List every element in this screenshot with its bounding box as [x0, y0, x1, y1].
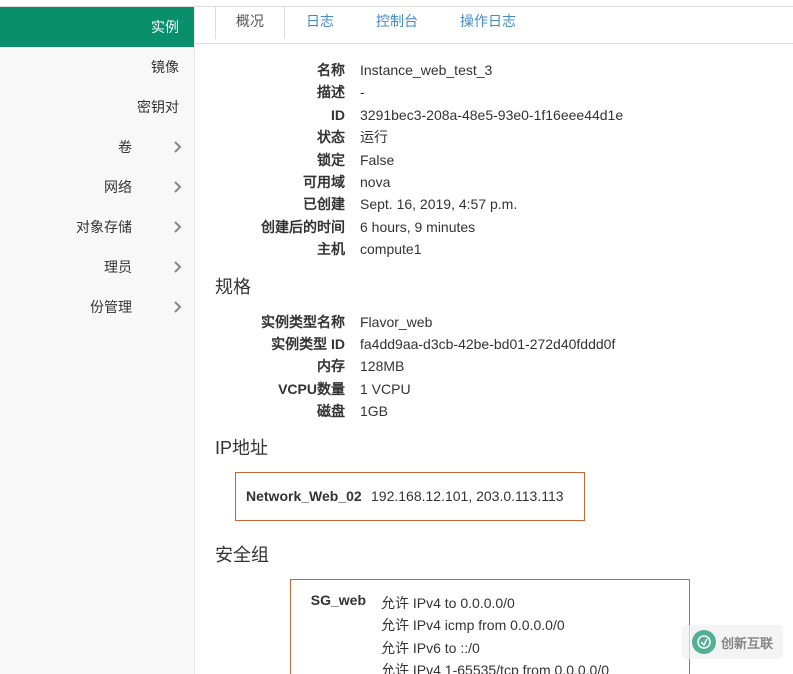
tab-action-log[interactable]: 操作日志: [439, 7, 537, 39]
value-name: Instance_web_test_3: [360, 59, 492, 81]
value-uptime: 6 hours, 9 minutes: [360, 216, 475, 238]
value-desc: -: [360, 81, 365, 103]
sidebar-item-label: 网络: [15, 177, 147, 197]
label-vcpu: VCPU数量: [215, 378, 360, 400]
section-title-secgroup: 安全组: [215, 541, 773, 567]
value-flavorid: fa4dd9aa-d3cb-42be-bd01-272d40fddd0f: [360, 333, 615, 355]
value-flavor: Flavor_web: [360, 311, 432, 333]
sidebar-item-admin[interactable]: 理员: [0, 247, 194, 287]
chevron-right-icon: [167, 261, 189, 273]
sidebar-item-label: 密钥对: [137, 99, 179, 115]
sidebar-item-label: 实例: [151, 19, 179, 35]
sidebar-item-label: 份管理: [15, 297, 147, 317]
tab-overview[interactable]: 概况: [215, 7, 285, 39]
chevron-right-icon: [167, 221, 189, 233]
label-network: Network_Web_02: [246, 485, 371, 507]
sidebar-item-identity[interactable]: 份管理: [0, 287, 194, 327]
sidebar-item-images[interactable]: 镜像: [0, 47, 194, 87]
chevron-right-icon: [167, 141, 189, 153]
overview-details: 名称 Instance_web_test_3 描述 - ID 3291bec3-…: [215, 59, 773, 261]
label-status: 状态: [215, 126, 360, 148]
sidebar: 实例 镜像 密钥对 卷 网络 对象存储 理员: [0, 7, 195, 674]
secgroup-rules: 允许 IPv4 to 0.0.0.0/0 允许 IPv4 icmp from 0…: [381, 592, 679, 674]
value-vcpu: 1 VCPU: [360, 378, 411, 400]
secgroup-details: SG_web 允许 IPv4 to 0.0.0.0/0 允许 IPv4 icmp…: [290, 579, 690, 674]
label-name: 名称: [215, 59, 360, 81]
value-created: Sept. 16, 2019, 4:57 p.m.: [360, 193, 517, 215]
sidebar-item-volumes[interactable]: 卷: [0, 127, 194, 167]
secgroup-rule: 允许 IPv4 icmp from 0.0.0.0/0: [381, 614, 679, 636]
label-ram: 内存: [215, 355, 360, 377]
secgroup-rule: 允许 IPv6 to ::/0: [381, 637, 679, 659]
value-network: 192.168.12.101, 203.0.113.113: [371, 485, 564, 507]
tab-log[interactable]: 日志: [285, 7, 355, 39]
label-locked: 锁定: [215, 149, 360, 171]
label-secgroup: SG_web: [301, 592, 381, 674]
sidebar-item-instances[interactable]: 实例: [0, 7, 194, 47]
sidebar-item-object-storage[interactable]: 对象存储: [0, 207, 194, 247]
main-content: 概况 日志 控制台 操作日志 名称 Instance_web_test_3 描述…: [195, 7, 793, 674]
secgroup-rule: 允许 IPv4 1-65535/tcp from 0.0.0.0/0: [381, 659, 679, 674]
label-host: 主机: [215, 238, 360, 260]
value-locked: False: [360, 149, 394, 171]
watermark: 创新互联: [682, 625, 783, 659]
watermark-logo-icon: [692, 630, 716, 654]
sidebar-item-label: 镜像: [151, 59, 179, 75]
label-flavor: 实例类型名称: [215, 311, 360, 333]
section-title-spec: 规格: [215, 273, 773, 299]
label-id: ID: [215, 104, 360, 126]
value-ram: 128MB: [360, 355, 404, 377]
value-az: nova: [360, 171, 390, 193]
label-flavorid: 实例类型 ID: [215, 333, 360, 355]
label-desc: 描述: [215, 81, 360, 103]
tabs: 概况 日志 控制台 操作日志: [195, 7, 793, 44]
sidebar-item-network[interactable]: 网络: [0, 167, 194, 207]
value-host: compute1: [360, 238, 421, 260]
sidebar-item-label: 卷: [15, 137, 147, 157]
sidebar-item-keypairs[interactable]: 密钥对: [0, 87, 194, 127]
section-title-ip: IP地址: [215, 434, 773, 460]
chevron-right-icon: [167, 301, 189, 313]
sidebar-item-label: 对象存储: [15, 217, 147, 237]
value-disk: 1GB: [360, 400, 388, 422]
sidebar-item-label: 理员: [15, 257, 147, 277]
label-uptime: 创建后的时间: [215, 216, 360, 238]
watermark-text: 创新互联: [721, 633, 773, 652]
secgroup-rule: 允许 IPv4 to 0.0.0.0/0: [381, 592, 679, 614]
value-status: 运行: [360, 126, 388, 148]
tab-console[interactable]: 控制台: [355, 7, 439, 39]
value-id: 3291bec3-208a-48e5-93e0-1f16eee44d1e: [360, 104, 623, 126]
label-disk: 磁盘: [215, 400, 360, 422]
chevron-right-icon: [167, 181, 189, 193]
spec-details: 实例类型名称 Flavor_web 实例类型 ID fa4dd9aa-d3cb-…: [215, 311, 773, 423]
ip-details: Network_Web_02 192.168.12.101, 203.0.113…: [235, 472, 585, 520]
label-az: 可用域: [215, 171, 360, 193]
label-created: 已创建: [215, 193, 360, 215]
